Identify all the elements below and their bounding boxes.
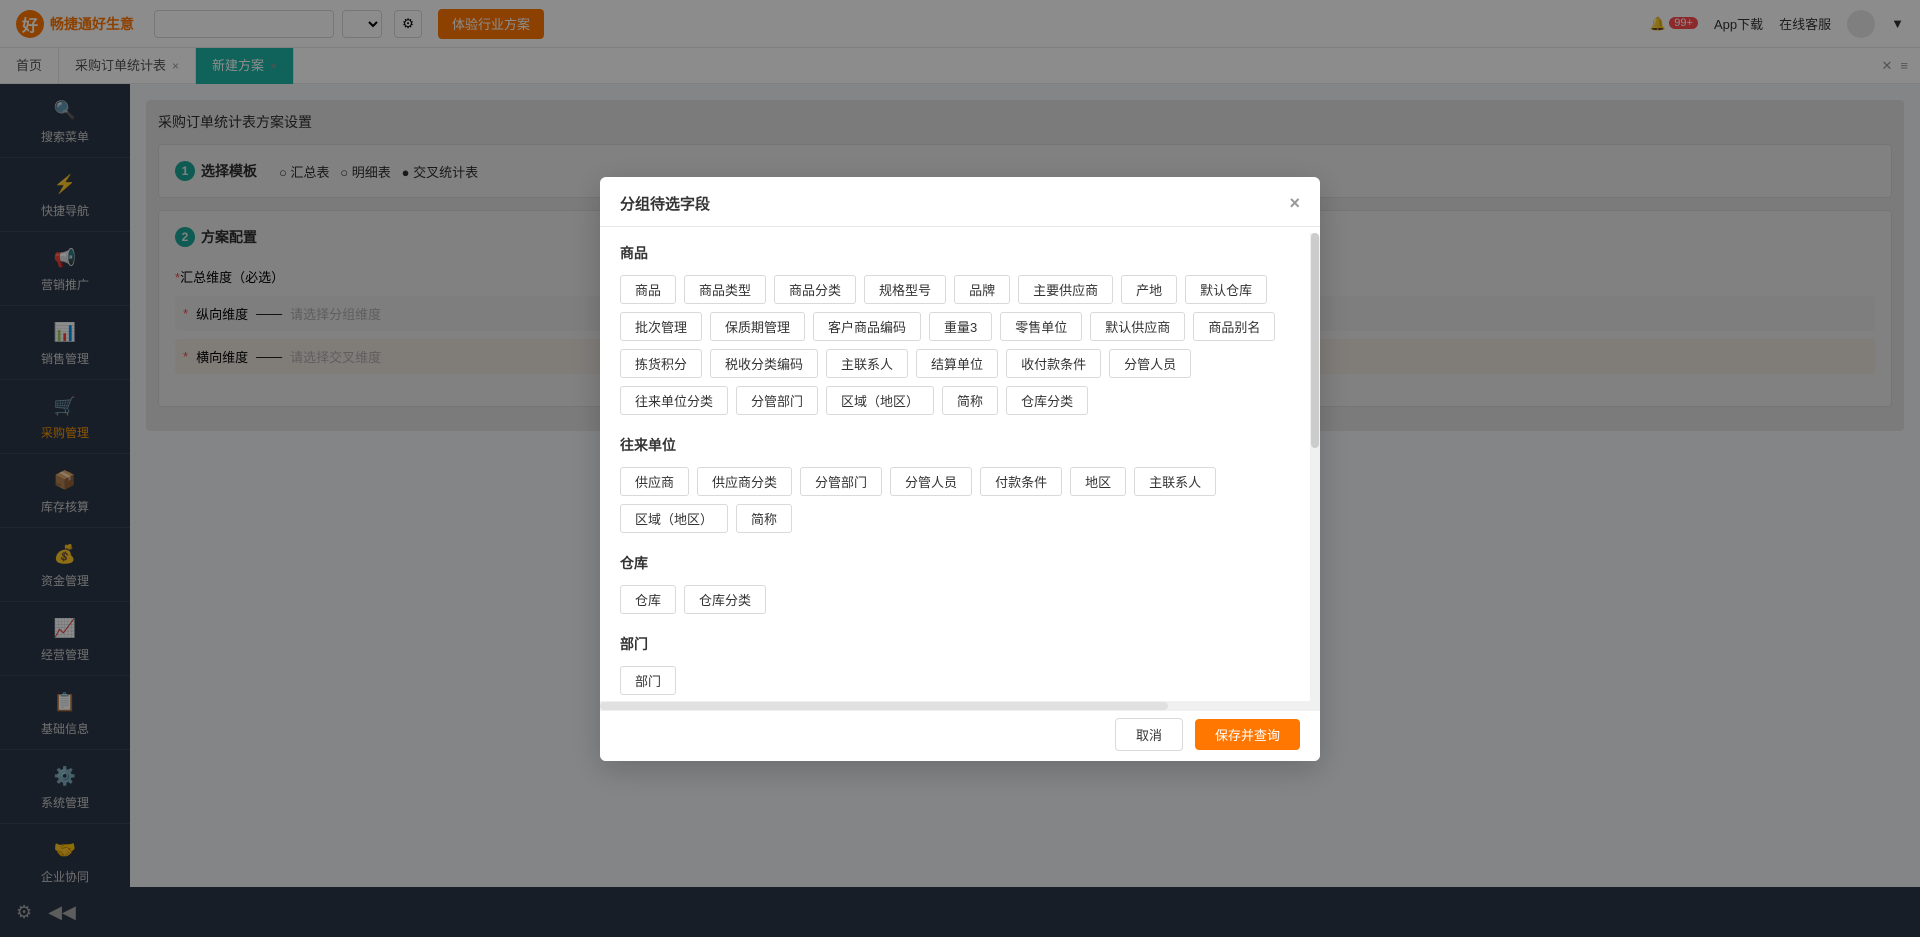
section-partner: 往来单位 供应商 供应商分类 分管部门 分管人员 付款条件 地区 主联系人 区域… <box>620 435 1300 533</box>
modal-header: 分组待选字段 × <box>600 177 1320 227</box>
department-fields-grid: 部门 <box>620 666 1300 695</box>
partner-fields-grid: 供应商 供应商分类 分管部门 分管人员 付款条件 地区 主联系人 区域（地区） … <box>620 467 1300 533</box>
field-tag[interactable]: 地区 <box>1070 467 1126 496</box>
field-tag[interactable]: 简称 <box>736 504 792 533</box>
section-warehouse: 仓库 仓库 仓库分类 <box>620 553 1300 614</box>
scrollbar-thumb <box>1311 233 1319 448</box>
field-tag[interactable]: 客户商品编码 <box>813 312 921 341</box>
field-tag[interactable]: 往来单位分类 <box>620 386 728 415</box>
cancel-button[interactable]: 取消 <box>1115 718 1183 751</box>
field-tag[interactable]: 默认仓库 <box>1185 275 1267 304</box>
field-tag[interactable]: 产地 <box>1121 275 1177 304</box>
modal-footer: 取消 保存并查询 <box>600 707 1320 761</box>
modal-body[interactable]: 商品 商品 商品类型 商品分类 规格型号 品牌 主要供应商 产地 默认仓库 批次… <box>600 227 1320 707</box>
h-scrollbar-track[interactable] <box>600 701 1310 711</box>
field-tag[interactable]: 分管人员 <box>890 467 972 496</box>
field-tag[interactable]: 分管人员 <box>1109 349 1191 378</box>
field-tag[interactable]: 结算单位 <box>916 349 998 378</box>
field-tag[interactable]: 供应商分类 <box>697 467 792 496</box>
field-tag[interactable]: 简称 <box>942 386 998 415</box>
section-product: 商品 商品 商品类型 商品分类 规格型号 品牌 主要供应商 产地 默认仓库 批次… <box>620 243 1300 415</box>
section-department-title: 部门 <box>620 634 1300 654</box>
modal-overlay: 分组待选字段 × 商品 商品 商品类型 商品分类 规格型号 品牌 主要供应商 产… <box>0 0 1920 937</box>
field-tag[interactable]: 重量3 <box>929 312 992 341</box>
field-tag[interactable]: 仓库分类 <box>1006 386 1088 415</box>
field-tag[interactable]: 主联系人 <box>1134 467 1216 496</box>
field-tag[interactable]: 保质期管理 <box>710 312 805 341</box>
field-tag[interactable]: 默认供应商 <box>1090 312 1185 341</box>
field-tag[interactable]: 供应商 <box>620 467 689 496</box>
field-tag[interactable]: 拣货积分 <box>620 349 702 378</box>
field-tag[interactable]: 规格型号 <box>864 275 946 304</box>
field-tag[interactable]: 品牌 <box>954 275 1010 304</box>
section-department: 部门 部门 <box>620 634 1300 695</box>
modal-title: 分组待选字段 <box>620 193 710 214</box>
field-tag[interactable]: 仓库 <box>620 585 676 614</box>
field-tag[interactable]: 商品别名 <box>1193 312 1275 341</box>
field-tag[interactable]: 税收分类编码 <box>710 349 818 378</box>
field-tag[interactable]: 部门 <box>620 666 676 695</box>
field-tag[interactable]: 分管部门 <box>736 386 818 415</box>
field-tag[interactable]: 收付款条件 <box>1006 349 1101 378</box>
field-tag[interactable]: 批次管理 <box>620 312 702 341</box>
field-tag[interactable]: 仓库分类 <box>684 585 766 614</box>
modal-close-button[interactable]: × <box>1289 194 1300 212</box>
field-tag[interactable]: 主要供应商 <box>1018 275 1113 304</box>
section-warehouse-title: 仓库 <box>620 553 1300 573</box>
field-tag[interactable]: 商品分类 <box>774 275 856 304</box>
field-tag[interactable]: 区域（地区） <box>826 386 934 415</box>
field-tag[interactable]: 付款条件 <box>980 467 1062 496</box>
section-partner-title: 往来单位 <box>620 435 1300 455</box>
product-fields-grid: 商品 商品类型 商品分类 规格型号 品牌 主要供应商 产地 默认仓库 批次管理 … <box>620 275 1300 415</box>
field-tag[interactable]: 商品 <box>620 275 676 304</box>
section-product-title: 商品 <box>620 243 1300 263</box>
scrollbar-track[interactable] <box>1310 233 1320 711</box>
h-scrollbar-thumb <box>600 702 1168 710</box>
modal-dialog: 分组待选字段 × 商品 商品 商品类型 商品分类 规格型号 品牌 主要供应商 产… <box>600 177 1320 761</box>
warehouse-fields-grid: 仓库 仓库分类 <box>620 585 1300 614</box>
field-tag[interactable]: 区域（地区） <box>620 504 728 533</box>
field-tag[interactable]: 主联系人 <box>826 349 908 378</box>
field-tag[interactable]: 零售单位 <box>1000 312 1082 341</box>
field-tag[interactable]: 分管部门 <box>800 467 882 496</box>
save-button[interactable]: 保存并查询 <box>1195 719 1300 750</box>
field-tag[interactable]: 商品类型 <box>684 275 766 304</box>
